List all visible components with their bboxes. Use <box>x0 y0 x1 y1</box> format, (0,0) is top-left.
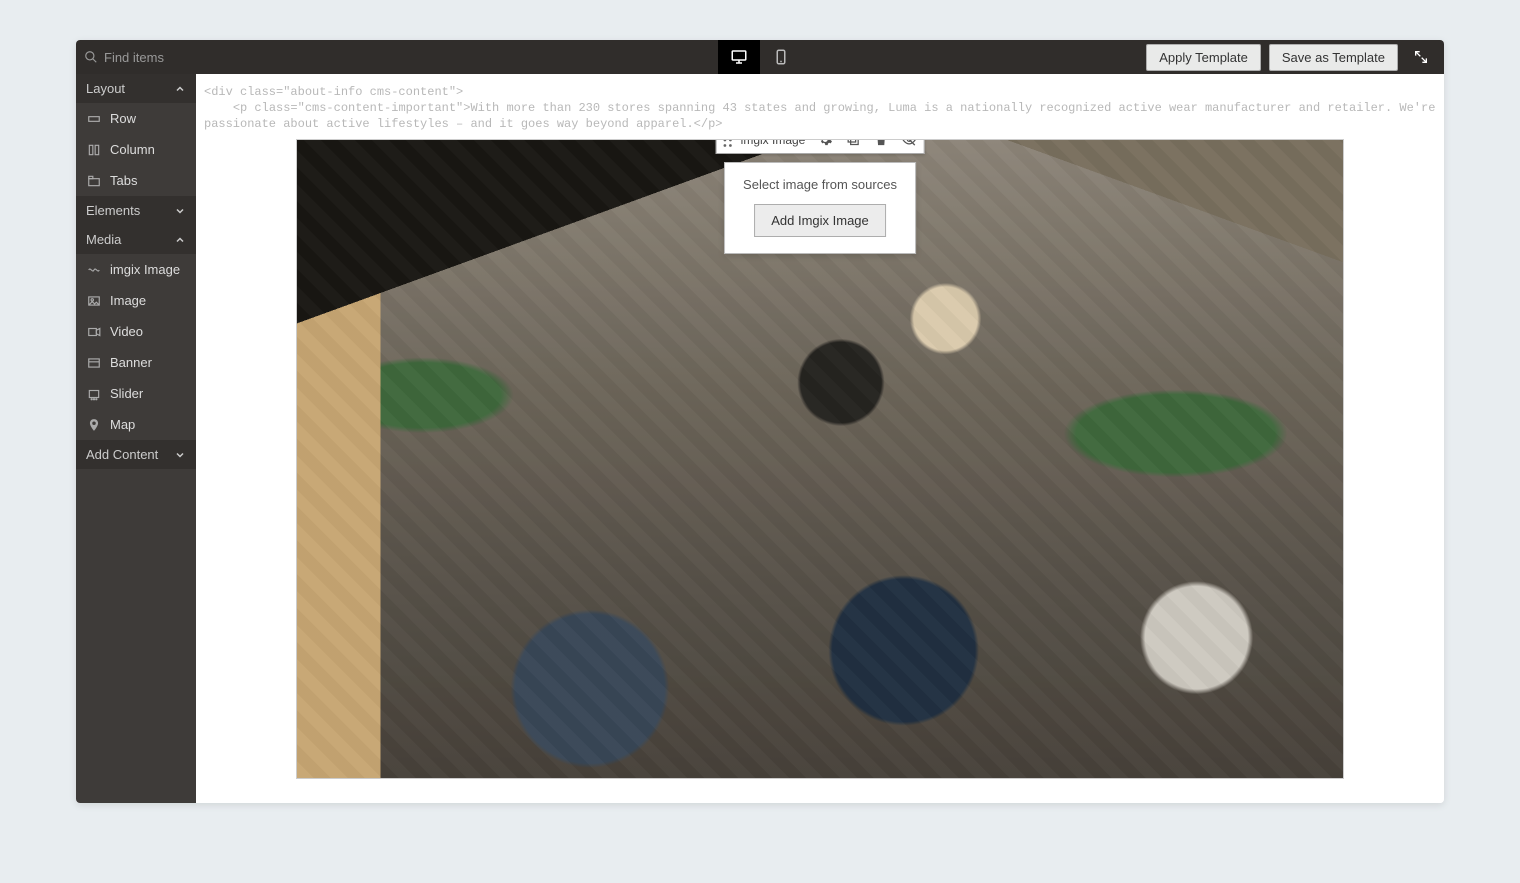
topbar: Apply Template Save as Template <box>76 40 1444 74</box>
sidebar-item-row[interactable]: Row <box>76 103 196 134</box>
device-mobile-button[interactable] <box>760 40 802 74</box>
imgix-icon <box>86 263 102 277</box>
chevron-up-icon <box>174 234 186 246</box>
image-source-popup: Select image from sources Add Imgix Imag… <box>724 162 916 254</box>
chevron-down-icon <box>174 205 186 217</box>
fullscreen-button[interactable] <box>1406 42 1436 72</box>
sidebar-item-label: imgix Image <box>110 262 180 277</box>
sidebar-item-imgix-image[interactable]: imgix Image <box>76 254 196 285</box>
tabs-icon <box>86 174 102 188</box>
mobile-icon <box>772 48 790 66</box>
chevron-down-icon <box>174 449 186 461</box>
apply-template-button[interactable]: Apply Template <box>1146 44 1261 71</box>
stage-wrap: imgix Image <box>196 139 1444 779</box>
panel-title: Add Content <box>86 447 158 462</box>
delete-button[interactable] <box>867 139 895 153</box>
popup-text: Select image from sources <box>743 177 897 192</box>
sidebar: Layout Row Column Tabs Elements Media <box>76 74 196 803</box>
imgix-image-element[interactable]: imgix Image <box>296 139 1344 779</box>
sidebar-item-label: Slider <box>110 386 143 401</box>
eye-off-icon <box>902 139 917 148</box>
panel-layout-header[interactable]: Layout <box>76 74 196 103</box>
sidebar-item-column[interactable]: Column <box>76 134 196 165</box>
gear-icon <box>818 139 833 148</box>
element-label: imgix Image <box>739 139 812 147</box>
video-icon <box>86 325 102 339</box>
sidebar-item-image[interactable]: Image <box>76 285 196 316</box>
device-toggle <box>718 40 802 74</box>
page-builder-app: Apply Template Save as Template Layout R… <box>76 40 1444 803</box>
drag-handle[interactable] <box>717 139 739 153</box>
sidebar-item-label: Image <box>110 293 146 308</box>
column-icon <box>86 143 102 157</box>
banner-icon <box>86 356 102 370</box>
sidebar-item-tabs[interactable]: Tabs <box>76 165 196 196</box>
sidebar-item-slider[interactable]: Slider <box>76 378 196 409</box>
sidebar-item-label: Row <box>110 111 136 126</box>
element-toolbar: imgix Image <box>716 139 925 154</box>
trash-icon <box>874 139 889 148</box>
slider-icon <box>86 387 102 401</box>
sidebar-item-video[interactable]: Video <box>76 316 196 347</box>
search-wrap <box>84 50 224 65</box>
grip-icon <box>717 139 739 151</box>
hide-button[interactable] <box>895 139 923 153</box>
sidebar-item-banner[interactable]: Banner <box>76 347 196 378</box>
sidebar-item-label: Column <box>110 142 155 157</box>
sidebar-item-label: Banner <box>110 355 152 370</box>
add-imgix-image-button[interactable]: Add Imgix Image <box>754 204 886 237</box>
copy-icon <box>846 139 861 148</box>
panel-media-header[interactable]: Media <box>76 225 196 254</box>
code-preview: <div class="about-info cms-content"> <p … <box>196 74 1444 139</box>
image-icon <box>86 294 102 308</box>
sidebar-item-map[interactable]: Map <box>76 409 196 440</box>
save-template-button[interactable]: Save as Template <box>1269 44 1398 71</box>
row-icon <box>86 112 102 126</box>
map-pin-icon <box>86 418 102 432</box>
device-desktop-button[interactable] <box>718 40 760 74</box>
sidebar-item-label: Video <box>110 324 143 339</box>
settings-button[interactable] <box>811 139 839 153</box>
fullscreen-icon <box>1413 49 1429 65</box>
chevron-up-icon <box>174 83 186 95</box>
duplicate-button[interactable] <box>839 139 867 153</box>
main: Layout Row Column Tabs Elements Media <box>76 74 1444 803</box>
panel-title: Elements <box>86 203 140 218</box>
topbar-actions: Apply Template Save as Template <box>1146 42 1436 72</box>
search-icon <box>84 50 98 64</box>
panel-title: Media <box>86 232 121 247</box>
canvas: <div class="about-info cms-content"> <p … <box>196 74 1444 803</box>
sidebar-item-label: Map <box>110 417 135 432</box>
panel-title: Layout <box>86 81 125 96</box>
panel-addcontent-header[interactable]: Add Content <box>76 440 196 469</box>
search-input[interactable] <box>104 50 224 65</box>
desktop-icon <box>730 48 748 66</box>
sidebar-item-label: Tabs <box>110 173 137 188</box>
panel-elements-header[interactable]: Elements <box>76 196 196 225</box>
